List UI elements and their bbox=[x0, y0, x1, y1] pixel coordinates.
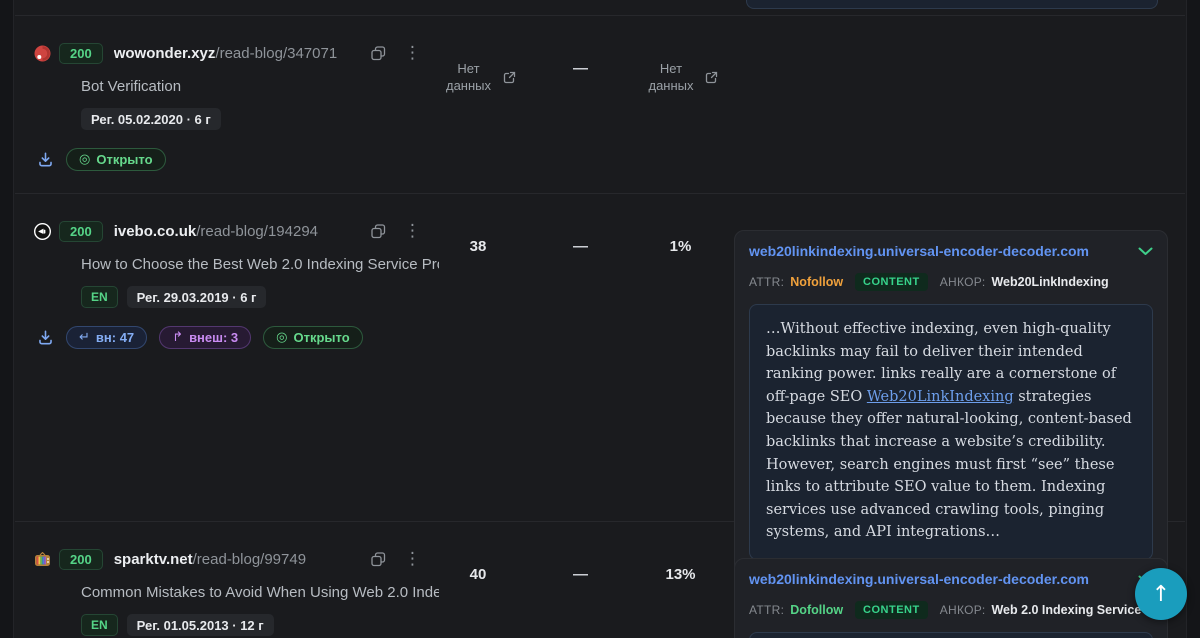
registration-badge: Рег. 01.05.2013 · 12 г bbox=[126, 614, 274, 636]
status-badge: 200 bbox=[59, 548, 103, 570]
metric-traffic: 1% bbox=[669, 238, 692, 255]
excerpt-text: …Without effective indexing, even high-q… bbox=[749, 304, 1153, 560]
external-links-chip[interactable]: ↱ внеш: 3 bbox=[159, 325, 252, 349]
metric-dr: Нет данных bbox=[423, 60, 533, 94]
branch-arrow-icon: ↱ bbox=[172, 329, 184, 345]
language-badge: EN bbox=[81, 614, 118, 636]
page-title: Common Mistakes to Avoid When Using Web … bbox=[81, 584, 439, 601]
metric-traffic: 13% bbox=[665, 566, 696, 583]
link-type-badge: CONTENT bbox=[855, 601, 928, 619]
result-url[interactable]: ivebo.co.uk/read-blog/194294 bbox=[114, 223, 318, 240]
page-title: Bot Verification bbox=[81, 78, 182, 95]
previous-row-partial bbox=[15, 0, 1185, 16]
internal-links-chip[interactable]: ↵ вн: 47 bbox=[66, 325, 148, 349]
external-link-icon[interactable] bbox=[503, 71, 516, 84]
scroll-to-top-button[interactable]: ↑ bbox=[1135, 568, 1187, 620]
anchor-label: АНКОР: bbox=[939, 275, 986, 289]
link-type-badge: CONTENT bbox=[855, 273, 928, 291]
download-icon[interactable] bbox=[37, 151, 54, 168]
external-link-icon[interactable] bbox=[705, 71, 718, 84]
status-badge: 200 bbox=[59, 42, 103, 64]
result-url[interactable]: wowonder.xyz/read-blog/347071 bbox=[114, 45, 337, 62]
anchor-label: АНКОР: bbox=[939, 603, 986, 617]
copy-url-button[interactable] bbox=[371, 551, 386, 567]
target-url-link[interactable]: web20linkindexing.universal-encoder-deco… bbox=[749, 571, 1089, 587]
metric-col2: — bbox=[573, 60, 588, 77]
attr-value: Nofollow bbox=[790, 275, 844, 289]
metric-col2: — bbox=[573, 238, 588, 255]
excerpt-text: …could be the bridge between building ba… bbox=[749, 632, 1153, 638]
result-row: 200 ivebo.co.uk/read-blog/194294 ⋮ How t… bbox=[15, 220, 1185, 575]
kebab-menu-icon[interactable]: ⋮ bbox=[404, 550, 421, 568]
anchor-value: Web 2.0 Indexing Service bbox=[991, 603, 1142, 617]
result-url[interactable]: sparktv.net/read-blog/99749 bbox=[114, 551, 306, 568]
copy-url-button[interactable] bbox=[371, 45, 386, 61]
link-detail-panel: web20linkindexing.universal-encoder-deco… bbox=[734, 230, 1168, 575]
kebab-menu-icon[interactable]: ⋮ bbox=[404, 44, 421, 62]
attr-label: ATTR: bbox=[749, 275, 785, 289]
results-list: 200 wowonder.xyz/read-blog/347071 ⋮ Bot … bbox=[15, 0, 1185, 638]
open-page-button[interactable]: ◎ Открыто bbox=[66, 147, 166, 171]
attr-value: Dofollow bbox=[790, 603, 844, 617]
download-icon[interactable] bbox=[37, 329, 54, 346]
metric-col2: — bbox=[573, 566, 588, 583]
anchor-value: Web20LinkIndexing bbox=[991, 275, 1109, 289]
target-url-link[interactable]: web20linkindexing.universal-encoder-deco… bbox=[749, 243, 1089, 259]
site-favicon bbox=[34, 45, 51, 62]
metric-dr: 38 bbox=[469, 238, 487, 255]
result-row: 200 sparktv.net/read-blog/99749 ⋮ Common… bbox=[15, 548, 1185, 638]
link-detail-panel: web20linkindexing.universal-encoder-deco… bbox=[734, 558, 1168, 638]
eye-icon: ◎ bbox=[79, 151, 91, 167]
chevron-down-icon[interactable] bbox=[1138, 247, 1153, 256]
registration-badge: Рег. 29.03.2019 · 6 г bbox=[126, 286, 267, 308]
copy-url-button[interactable] bbox=[371, 223, 386, 239]
status-badge: 200 bbox=[59, 220, 103, 242]
eye-icon: ◎ bbox=[276, 329, 288, 345]
site-favicon bbox=[34, 551, 51, 568]
attr-label: ATTR: bbox=[749, 603, 785, 617]
open-page-button[interactable]: ◎ Открыто bbox=[263, 325, 363, 349]
kebab-menu-icon[interactable]: ⋮ bbox=[404, 222, 421, 240]
language-badge: EN bbox=[81, 286, 118, 308]
page-title: How to Choose the Best Web 2.0 Indexing … bbox=[81, 256, 439, 273]
excerpt-anchor-link[interactable]: Web20LinkIndexing bbox=[867, 389, 1014, 405]
left-edge-strip bbox=[0, 0, 14, 638]
result-row: 200 wowonder.xyz/read-blog/347071 ⋮ Bot … bbox=[15, 42, 1185, 194]
return-arrow-icon: ↵ bbox=[79, 329, 90, 345]
metric-traffic: Нет данных bbox=[633, 60, 728, 94]
previous-row-excerpt-remnant bbox=[746, 0, 1158, 9]
metric-dr: 40 bbox=[469, 566, 487, 583]
registration-badge: Рег. 05.02.2020 · 6 г bbox=[81, 108, 221, 130]
backlink-checker-page: 200 wowonder.xyz/read-blog/347071 ⋮ Bot … bbox=[0, 0, 1200, 638]
site-favicon bbox=[34, 222, 51, 240]
arrow-up-icon: ↑ bbox=[1151, 581, 1171, 607]
scrollbar-gutter[interactable] bbox=[1186, 0, 1200, 638]
